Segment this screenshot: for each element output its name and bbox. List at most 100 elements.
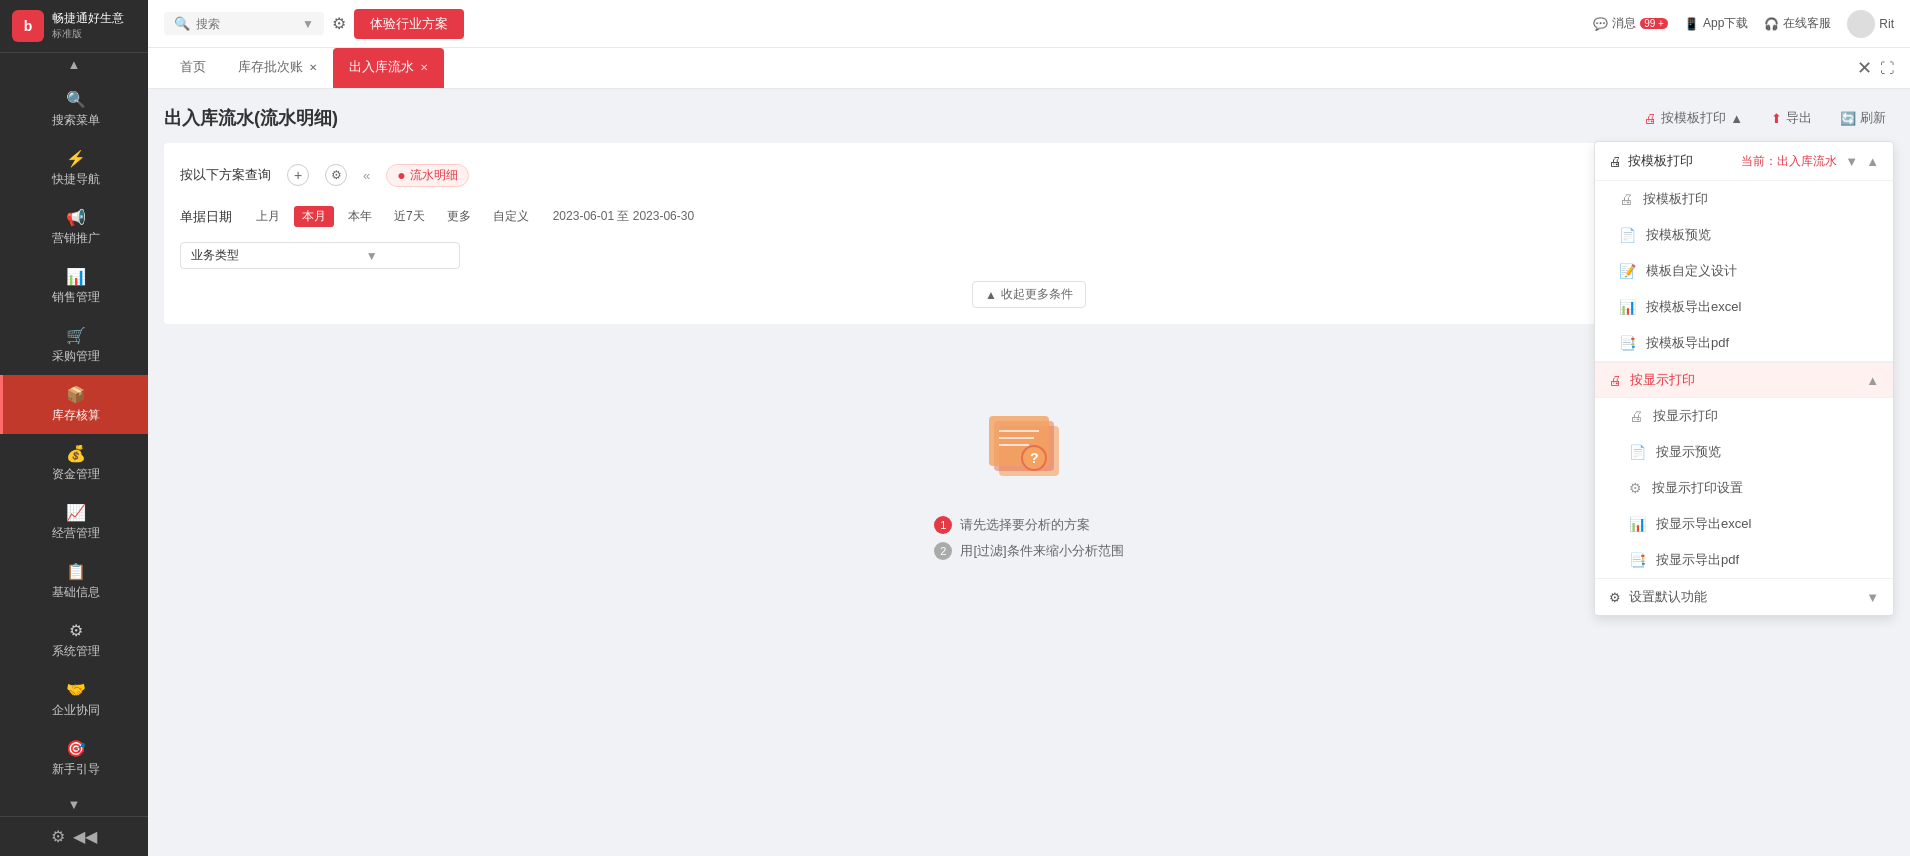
step-1-text: 请先选择要分析的方案: [960, 516, 1090, 534]
date-filter-label: 单据日期: [180, 208, 232, 226]
close-tab-btn[interactable]: ✕: [1857, 57, 1872, 79]
user-avatar-btn[interactable]: Rit: [1847, 10, 1894, 38]
sidebar-item-search-label: 搜索菜单: [52, 112, 100, 129]
sidebar-item-enterprise[interactable]: 🤝 企业协同: [0, 670, 148, 729]
user-name: Rit: [1879, 17, 1894, 31]
settings-icon[interactable]: ⚙: [332, 14, 346, 33]
app-download-icon: 📱: [1684, 17, 1699, 31]
search-dropdown-arrow[interactable]: ▼: [302, 17, 314, 31]
filter-tag-flow[interactable]: ● 流水明细: [386, 164, 468, 187]
sidebar-item-finance[interactable]: 💰 资金管理: [0, 434, 148, 493]
dropdown-item-display-preview-label: 按显示预览: [1656, 443, 1721, 461]
biz-type-select[interactable]: 业务类型 ▼: [180, 242, 460, 269]
dropdown-footer-label: 设置默认功能: [1629, 588, 1707, 606]
tab-flow[interactable]: 出入库流水 ✕: [333, 48, 444, 88]
date-btn-more[interactable]: 更多: [439, 206, 479, 227]
dropdown-item-template-print[interactable]: 🖨 按模板打印: [1595, 181, 1893, 217]
filter-collapse-btn[interactable]: «: [363, 168, 370, 183]
maximize-btn[interactable]: ⛶: [1880, 60, 1894, 76]
date-btn-current-year[interactable]: 本年: [340, 206, 380, 227]
tab-flow-close[interactable]: ✕: [420, 62, 428, 73]
date-btn-last-7[interactable]: 近7天: [386, 206, 433, 227]
dropdown-item-template-custom[interactable]: 📝 模板自定义设计: [1595, 253, 1893, 289]
step-2-num: 2: [934, 542, 952, 560]
purchase-nav-icon: 🛒: [66, 326, 86, 345]
collapse-icon: ▲: [985, 288, 997, 302]
top-bar-right: 💬 消息 99 + 📱 App下载 🎧 在线客服 Rit: [1593, 10, 1894, 38]
message-btn[interactable]: 💬 消息 99 +: [1593, 15, 1668, 32]
biz-type-label: 业务类型: [191, 247, 274, 264]
tab-maximize-area: ✕ ⛶: [1857, 57, 1894, 79]
date-btn-current-month[interactable]: 本月: [294, 206, 334, 227]
dropdown-item-display-settings[interactable]: ⚙ 按显示打印设置: [1595, 470, 1893, 506]
sidebar-item-marketing[interactable]: 📢 营销推广: [0, 198, 148, 257]
print-template-btn[interactable]: 🖨 按模板打印 ▲: [1636, 105, 1751, 131]
basic-nav-icon: 📋: [66, 562, 86, 581]
dropdown-item-display-preview[interactable]: 📄 按显示预览: [1595, 434, 1893, 470]
app-edition: 标准版: [52, 27, 124, 41]
filter-settings-icon-btn[interactable]: ⚙: [325, 164, 347, 186]
sidebar-item-shortcut[interactable]: ⚡ 快捷导航: [0, 139, 148, 198]
dropdown-item-template-export-excel[interactable]: 📊 按模板导出excel: [1595, 289, 1893, 325]
dropdown-item-template-export-pdf[interactable]: 📑 按模板导出pdf: [1595, 325, 1893, 361]
sidebar-collapse-btn[interactable]: ◀◀: [73, 827, 97, 846]
tab-home[interactable]: 首页: [164, 48, 222, 88]
sidebar-nav: 🔍 搜索菜单 ⚡ 快捷导航 📢 营销推广 📊 销售管理 🛒 采购管理 📦: [0, 76, 148, 793]
dropdown-item-display-settings-label: 按显示打印设置: [1652, 479, 1743, 497]
sidebar-item-sales-label: 销售管理: [52, 289, 100, 306]
app-download-btn[interactable]: 📱 App下载: [1684, 15, 1748, 32]
sidebar-item-system[interactable]: ⚙ 系统管理: [0, 611, 148, 670]
sidebar-settings-btn[interactable]: ⚙: [51, 827, 65, 846]
dropdown-current-arrow[interactable]: ▼: [1845, 154, 1858, 169]
display-section-header[interactable]: 🖨 按显示打印 ▲: [1595, 362, 1893, 398]
tab-batch-close[interactable]: ✕: [309, 62, 317, 73]
sidebar-item-purchase[interactable]: 🛒 采购管理: [0, 316, 148, 375]
dropdown-item-template-print-label: 按模板打印: [1643, 190, 1708, 208]
date-btn-last-month[interactable]: 上月: [248, 206, 288, 227]
message-badge: 99 +: [1640, 18, 1668, 29]
dropdown-item-template-preview[interactable]: 📄 按模板预览: [1595, 217, 1893, 253]
refresh-btn[interactable]: 🔄 刷新: [1832, 105, 1894, 131]
dropdown-footer[interactable]: ⚙ 设置默认功能 ▼: [1595, 578, 1893, 615]
export-btn[interactable]: ⬆ 导出: [1763, 105, 1820, 131]
sidebar-scroll-down[interactable]: ▼: [0, 793, 148, 816]
empty-step-2: 2 用[过滤]条件来缩小分析范围: [934, 542, 1123, 560]
dropdown-collapse-btn[interactable]: ▲: [1866, 154, 1879, 169]
display-settings-icon: ⚙: [1629, 480, 1642, 496]
dropdown-footer-title: ⚙ 设置默认功能: [1609, 588, 1707, 606]
tab-batch[interactable]: 库存批次账 ✕: [222, 48, 333, 88]
inventory-nav-icon: 📦: [66, 385, 86, 404]
guide-nav-icon: 🎯: [66, 739, 86, 758]
sidebar-item-guide[interactable]: 🎯 新手引导: [0, 729, 148, 788]
filter-add-btn[interactable]: +: [287, 164, 309, 186]
display-section-title-text: 按显示打印: [1630, 371, 1695, 389]
page-actions: 🖨 按模板打印 ▲ ⬆ 导出 🔄 刷新: [1636, 105, 1894, 131]
sidebar-item-operation[interactable]: 📈 经营管理: [0, 493, 148, 552]
sidebar-item-search[interactable]: 🔍 搜索菜单: [0, 80, 148, 139]
dropdown-item-display-export-pdf[interactable]: 📑 按显示导出pdf: [1595, 542, 1893, 578]
industry-solution-button[interactable]: 体验行业方案: [354, 9, 464, 39]
collapse-more-btn[interactable]: ▲ 收起更多条件: [972, 281, 1086, 308]
display-section-toggle[interactable]: ▲: [1866, 373, 1879, 388]
customer-service-btn[interactable]: 🎧 在线客服: [1764, 15, 1831, 32]
system-nav-icon: ⚙: [69, 621, 83, 640]
search-input[interactable]: [196, 17, 296, 31]
dropdown-current-label: 当前：出入库流水: [1741, 153, 1837, 170]
filter-tag-icon: ●: [397, 167, 405, 183]
tab-bar: 首页 库存批次账 ✕ 出入库流水 ✕ ✕ ⛶: [148, 48, 1910, 89]
search-box[interactable]: 🔍 ▼: [164, 12, 324, 35]
tab-flow-label: 出入库流水: [349, 58, 414, 76]
export-label: 导出: [1786, 109, 1812, 127]
dropdown-item-display-print[interactable]: 🖨 按显示打印: [1595, 398, 1893, 434]
sidebar-item-sales[interactable]: 📊 销售管理: [0, 257, 148, 316]
date-btn-custom[interactable]: 自定义: [485, 206, 537, 227]
print-template-icon: 🖨: [1644, 111, 1657, 126]
display-export-excel-icon: 📊: [1629, 516, 1646, 532]
sidebar-item-inventory[interactable]: 📦 库存核算: [0, 375, 148, 434]
dropdown-item-display-export-excel[interactable]: 📊 按显示导出excel: [1595, 506, 1893, 542]
sidebar-item-basic[interactable]: 📋 基础信息: [0, 552, 148, 611]
filter-label: 按以下方案查询: [180, 166, 271, 184]
print-template-arrow: ▲: [1730, 111, 1743, 126]
page-title: 出入库流水(流水明细): [164, 106, 338, 130]
sidebar-scroll-up[interactable]: ▲: [0, 53, 148, 76]
